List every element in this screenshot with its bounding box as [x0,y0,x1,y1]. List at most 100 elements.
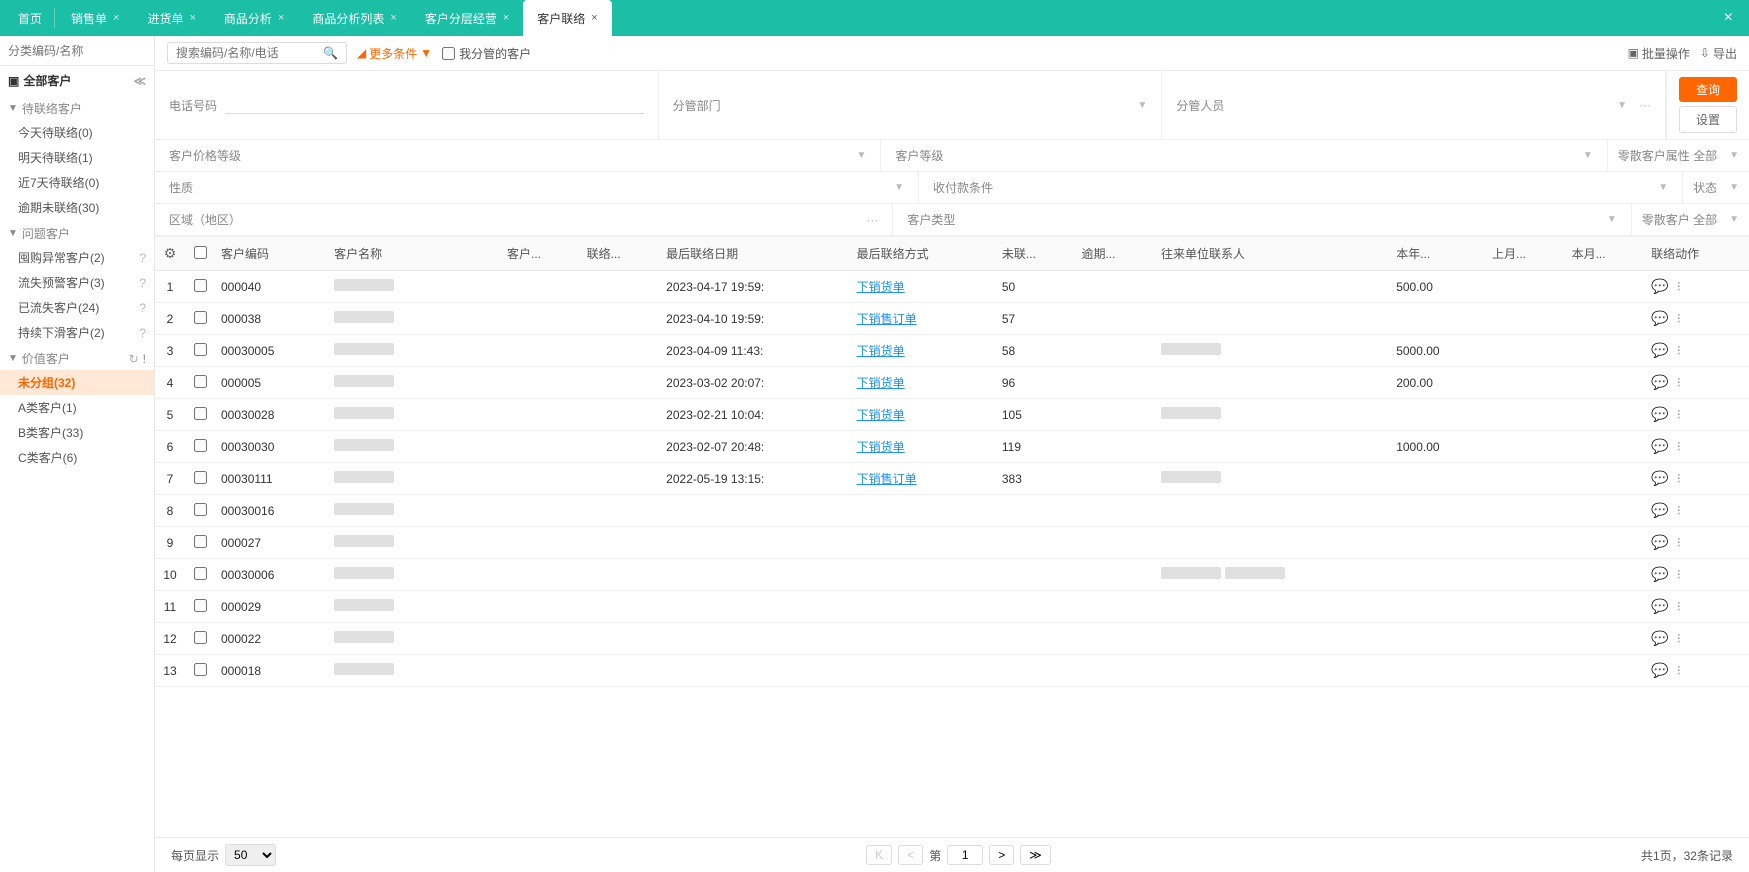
sidebar-all-customers[interactable]: ▣ 全部客户 ≪ [0,66,154,95]
nav-customer-contact[interactable]: 客户联络 × [523,0,611,36]
sidebar-item-declining[interactable]: 持续下滑客户(2) ? [0,320,154,345]
row-checkbox[interactable] [194,311,207,324]
first-page-button[interactable]: K [866,845,892,865]
more-icon[interactable]: ⁝ [1677,566,1681,583]
sidebar-search-box[interactable]: 🔍 [0,36,154,66]
chat-icon[interactable]: 💬 [1651,406,1668,423]
dept-select[interactable]: ▼ [729,100,1148,111]
more-icon[interactable]: ⁝ [1677,470,1681,487]
nav-sales[interactable]: 销售单 × [57,0,133,36]
row-checkbox[interactable] [194,439,207,452]
search-box[interactable]: 🔍 [167,42,347,64]
last-way-link[interactable]: 下销售订单 [857,312,917,326]
nav-purchase[interactable]: 进货单 × [133,0,209,36]
sidebar-item-class-c[interactable]: C类客户(6) [0,445,154,470]
page-size-select[interactable]: 50 100 200 [225,844,276,866]
reset-button[interactable]: 设置 [1679,106,1737,133]
select-all-checkbox[interactable] [194,246,207,259]
chat-icon[interactable]: 💬 [1651,662,1668,679]
retail-attr-select[interactable]: ▼ [1725,150,1739,161]
more-icon[interactable]: ⁝ [1677,374,1681,391]
more-icon[interactable]: ⁝ [1677,342,1681,359]
more-icon[interactable]: ⁝ [1677,598,1681,615]
sidebar-group-value[interactable]: ▼ 价值客户 ↻ ! [0,345,154,370]
nav-customer-contact-close[interactable]: × [591,12,597,24]
chat-icon[interactable]: 💬 [1651,502,1668,519]
last-way-link[interactable]: 下销货单 [857,408,905,422]
row-checkbox[interactable] [194,407,207,420]
nav-product-list-close[interactable]: × [390,12,396,24]
prev-page-button[interactable]: < [898,845,923,865]
sidebar-collapse-icon[interactable]: ≪ [133,74,146,88]
nav-customer-tier-close[interactable]: × [503,12,509,24]
nav-purchase-close[interactable]: × [189,12,195,24]
more-icon[interactable]: ⁝ [1677,310,1681,327]
my-customers-checkbox[interactable] [442,47,455,60]
more-icon[interactable]: ⁝ [1677,630,1681,647]
price-tier-select[interactable]: ▼ [249,150,866,161]
row-checkbox[interactable] [194,599,207,612]
last-way-link[interactable]: 下销售订单 [857,472,917,486]
close-all-button[interactable]: × [1716,9,1741,27]
row-checkbox[interactable] [194,343,207,356]
refresh-icon[interactable]: ↻ [129,352,139,366]
sidebar-item-today[interactable]: 今天待联络(0) [0,120,154,145]
sidebar-item-overdue[interactable]: 逾期未联络(30) [0,195,154,220]
manager-select[interactable]: ▼ [1232,100,1627,111]
export-button[interactable]: ⇩ 导出 [1700,45,1737,62]
customer-tier-select[interactable]: ▼ [951,150,1592,161]
manager-dots[interactable]: ··· [1639,98,1651,112]
sidebar-item-abnormal[interactable]: 囤购异常客户(2) ? [0,245,154,270]
chat-icon[interactable]: 💬 [1651,630,1668,647]
sidebar-item-class-b[interactable]: B类客户(33) [0,420,154,445]
status-select[interactable]: ▼ [1725,182,1739,193]
sidebar-group-pending[interactable]: ▼ 待联络客户 [0,95,154,120]
sidebar-item-lost[interactable]: 已流失客户(24) ? [0,295,154,320]
chat-icon[interactable]: 💬 [1651,566,1668,583]
sidebar-item-ungrouped[interactable]: 未分组(32) [0,370,154,395]
next-page-button[interactable]: > [989,845,1014,865]
nav-home[interactable]: 首页 [8,0,52,36]
row-checkbox[interactable] [194,471,207,484]
sidebar-search-input[interactable] [8,44,155,58]
chat-icon[interactable]: 💬 [1651,278,1668,295]
sidebar-item-tomorrow[interactable]: 明天待联络(1) [0,145,154,170]
region-dots[interactable]: ··· [866,213,878,227]
more-icon[interactable]: ⁝ [1677,502,1681,519]
row-checkbox[interactable] [194,663,207,676]
last-way-link[interactable]: 下销货单 [857,344,905,358]
chat-icon[interactable]: 💬 [1651,534,1668,551]
retail-customer-select[interactable]: ▼ [1725,214,1739,225]
nav-customer-tier[interactable]: 客户分层经营 × [411,0,523,36]
nav-product-analysis[interactable]: 商品分析 × [210,0,298,36]
more-conditions-button[interactable]: ◢ 更多条件 ▼ [357,45,432,62]
my-customers-checkbox-label[interactable]: 我分管的客户 [442,45,531,62]
payment-select[interactable]: ▼ [1001,182,1668,193]
last-way-link[interactable]: 下销货单 [857,376,905,390]
row-checkbox[interactable] [194,631,207,644]
row-checkbox[interactable] [194,279,207,292]
column-settings-icon[interactable]: ⚙ [164,245,177,261]
query-button[interactable]: 查询 [1679,77,1737,102]
sidebar-item-7days[interactable]: 近7天待联络(0) [0,170,154,195]
nature-select[interactable]: ▼ [201,182,904,193]
page-number-input[interactable] [947,845,983,865]
batch-ops-button[interactable]: ▣ 批量操作 [1628,45,1690,62]
row-checkbox[interactable] [194,567,207,580]
nav-sales-close[interactable]: × [113,12,119,24]
last-way-link[interactable]: 下销货单 [857,280,905,294]
row-checkbox[interactable] [194,375,207,388]
nav-product-list[interactable]: 商品分析列表 × [298,0,410,36]
main-search-input[interactable] [176,46,319,60]
last-page-button[interactable]: ≫ [1020,845,1051,865]
chat-icon[interactable]: 💬 [1651,374,1668,391]
sidebar-item-churn-warning[interactable]: 流失预警客户(3) ? [0,270,154,295]
last-way-link[interactable]: 下销货单 [857,440,905,454]
chat-icon[interactable]: 💬 [1651,310,1668,327]
more-icon[interactable]: ⁝ [1677,438,1681,455]
chat-icon[interactable]: 💬 [1651,470,1668,487]
more-icon[interactable]: ⁝ [1677,534,1681,551]
more-icon[interactable]: ⁝ [1677,278,1681,295]
chat-icon[interactable]: 💬 [1651,438,1668,455]
phone-input[interactable] [225,97,644,114]
